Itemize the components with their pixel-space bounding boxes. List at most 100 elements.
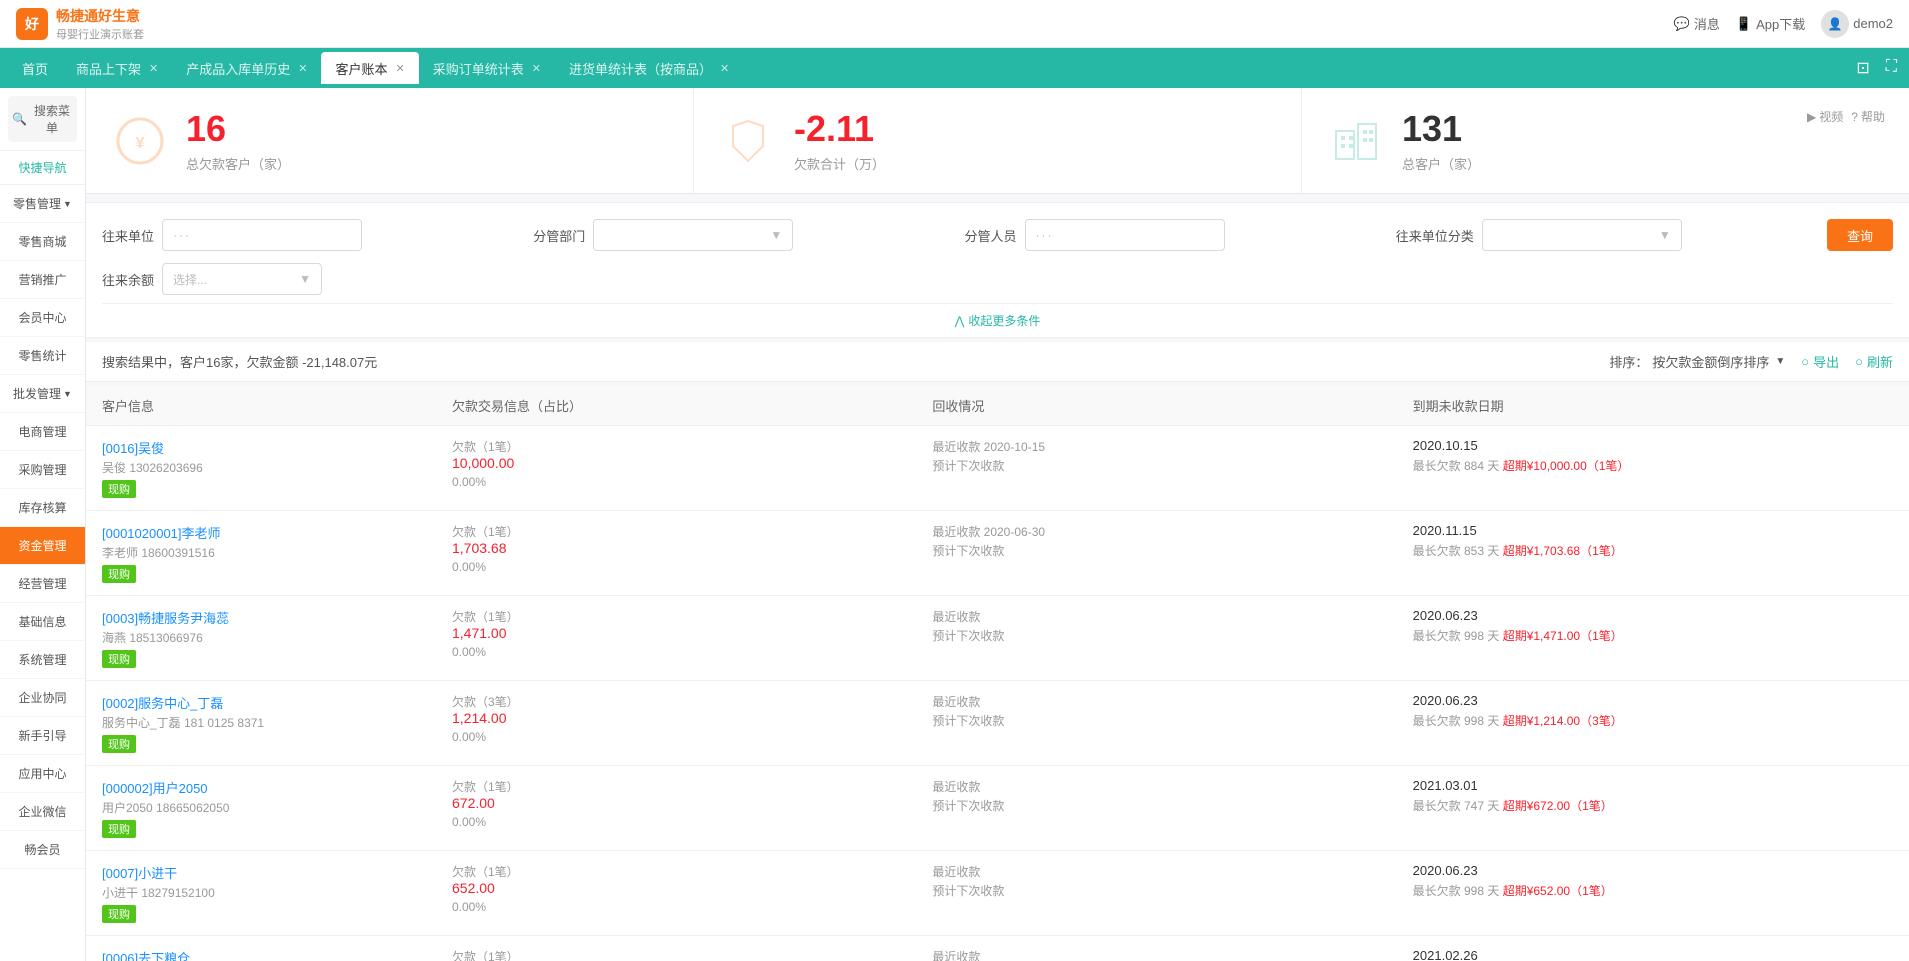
debt-amount[interactable]: 10,000.00	[452, 455, 932, 471]
overdue-link[interactable]: 超期¥1,703.68（1笔）	[1503, 544, 1623, 558]
user-avatar-btn[interactable]: 👤 demo2	[1821, 10, 1893, 38]
customer-name-link[interactable]: [0002]服务中心_丁磊	[102, 693, 452, 712]
customer-name-link[interactable]: [0001020001]李老师	[102, 523, 452, 542]
message-btn[interactable]: 💬 消息	[1674, 14, 1720, 33]
customer-tag: 现购	[102, 735, 136, 753]
help-label: 帮助	[1861, 108, 1885, 125]
sidebar-item-member[interactable]: 会员中心	[0, 299, 85, 337]
overdue-link[interactable]: 超期¥652.00（1笔）	[1503, 884, 1613, 898]
sidebar-item-member2[interactable]: 畅会员	[0, 831, 85, 869]
sidebar-item-inventory[interactable]: 库存核算	[0, 489, 85, 527]
sidebar-item-wechat[interactable]: 企业微信	[0, 793, 85, 831]
overdue-days: 最长欠款 884 天 超期¥10,000.00（1笔）	[1413, 457, 1893, 474]
sidebar-item-basic[interactable]: 基础信息	[0, 603, 85, 641]
sidebar-item-operation[interactable]: 经营管理	[0, 565, 85, 603]
customer-name-link[interactable]: [0007]小进干	[102, 863, 452, 882]
sidebar-item-purchase[interactable]: 采购管理	[0, 451, 85, 489]
quick-nav-item[interactable]: 快捷导航	[0, 151, 85, 185]
filter-unit-category: 往来单位分类 ▼	[1396, 219, 1811, 251]
sidebar-item-finance[interactable]: 资金管理	[0, 527, 85, 565]
export-btn[interactable]: ○ 导出	[1801, 352, 1839, 371]
stat-card-total-customers: 131 总客户（家） ▶ 视频 ? 帮助	[1302, 88, 1909, 193]
export-label: 导出	[1813, 352, 1839, 371]
recover-cell: 最近收款 2020-10-15 预计下次收款	[932, 438, 1412, 474]
tab-stock-stats-close[interactable]: ✕	[720, 62, 729, 75]
tab-purchase-order[interactable]: 采购订单统计表 ✕	[419, 52, 555, 84]
filter-balance-input[interactable]: 选择... ▼	[162, 263, 322, 295]
sidebar-item-marketing[interactable]: 营销推广	[0, 261, 85, 299]
debt-desc: 欠款（1笔）	[452, 948, 932, 961]
sidebar-item-retail-stats[interactable]: 零售统计	[0, 337, 85, 375]
customer-phone: 李老师 18600391516	[102, 544, 452, 561]
debt-amount[interactable]: 1,214.00	[452, 710, 932, 726]
refresh-btn[interactable]: ○ 刷新	[1855, 352, 1893, 371]
debt-amount[interactable]: 652.00	[452, 880, 932, 896]
tab-home[interactable]: 首页	[8, 52, 62, 84]
customer-phone: 小进干 18279152100	[102, 884, 452, 901]
duedate-cell: 2020.06.23 最长欠款 998 天 超期¥1,471.00（1笔）	[1413, 608, 1893, 644]
recover-cell: 最近收款 预计下次收款	[932, 863, 1412, 899]
debt-amount[interactable]: 1,471.00	[452, 625, 932, 641]
app-download-btn[interactable]: 📱 App下载	[1736, 14, 1805, 33]
filter-source-unit-input[interactable]: ···	[162, 219, 362, 251]
filter-person-input[interactable]: ···	[1025, 219, 1225, 251]
table-row: [000002]用户2050 用户2050 18665062050 现购 欠款（…	[86, 766, 1909, 851]
retail-mall-label: 零售商城	[4, 233, 81, 250]
latest-collect: 最近收款 2020-10-15	[932, 438, 1412, 455]
sidebar-item-batch-mgmt[interactable]: 批发管理 ▼	[0, 375, 85, 413]
filter-unit-category-input[interactable]: ▼	[1482, 219, 1682, 251]
debt-desc: 欠款（1笔）	[452, 608, 932, 625]
tab-purchase-order-close[interactable]: ✕	[532, 62, 541, 75]
retail-stats-label: 零售统计	[4, 347, 81, 364]
customer-name-link[interactable]: [0016]吴俊	[102, 438, 452, 457]
table-row: [0003]畅捷服务尹海蕊 海燕 18513066976 现购 欠款（1笔） 1…	[86, 596, 1909, 681]
sidebar-item-retail-mall[interactable]: 零售商城	[0, 223, 85, 261]
sidebar-item-system[interactable]: 系统管理	[0, 641, 85, 679]
table-row: [0006]去下粮仓 陈小希 现购 欠款（1笔） 455.90 0.00% 最近…	[86, 936, 1909, 961]
content-area: ¥ 16 总欠款客户（家） -2.11 欠款合计（万）	[86, 88, 1909, 961]
tab-expand-btn[interactable]: ⛶	[1882, 58, 1901, 78]
message-label: 消息	[1694, 14, 1720, 33]
sidebar-item-guide[interactable]: 新手引导	[0, 717, 85, 755]
tab-bar-actions: ⊡ ⛶	[1852, 58, 1901, 78]
sort-select[interactable]: 排序： 按欠款金额倒序排序 ▼	[1609, 352, 1785, 371]
top-bar: 好 畅捷通好生意 母婴行业演示账套 💬 消息 📱 App下载 👤 demo2	[0, 0, 1909, 48]
stat-icon-1: ¥	[110, 111, 170, 171]
tab-product-off-close[interactable]: ✕	[149, 62, 158, 75]
sidebar: 🔍 搜索菜单 快捷导航 零售管理 ▼ 零售商城 营销推广 会员中心	[0, 88, 86, 961]
tab-restore-btn[interactable]: ⊡	[1852, 58, 1873, 78]
tab-product-history-close[interactable]: ✕	[298, 62, 307, 75]
overdue-link[interactable]: 超期¥1,214.00（3笔）	[1503, 714, 1623, 728]
video-btn[interactable]: ▶ 视频	[1807, 108, 1843, 125]
collapse-btn[interactable]: ⋀ 收起更多条件	[102, 303, 1893, 337]
search-menu-btn[interactable]: 🔍 搜索菜单	[8, 96, 77, 142]
help-btn[interactable]: ? 帮助	[1851, 108, 1885, 125]
tab-stock-stats[interactable]: 进货单统计表（按商品） ✕	[555, 52, 743, 84]
filter-dept-label: 分管部门	[533, 226, 585, 245]
table-wrap: 客户信息 欠款交易信息（占比） 回收情况 到期未收款日期 [0016]吴俊 吴俊…	[86, 386, 1909, 961]
overdue-link[interactable]: 超期¥1,471.00（1笔）	[1503, 629, 1623, 643]
sidebar-item-retail-mgmt[interactable]: 零售管理 ▼	[0, 185, 85, 223]
customer-name-link[interactable]: [0006]去下粮仓	[102, 948, 452, 961]
sidebar-item-enterprise[interactable]: 企业协同	[0, 679, 85, 717]
search-btn[interactable]: 查询	[1827, 219, 1893, 251]
customer-tag: 现购	[102, 480, 136, 498]
avatar-icon: 👤	[1828, 17, 1843, 31]
tab-customer-account[interactable]: 客户账本 ✕	[321, 52, 418, 84]
sidebar-item-appcenter[interactable]: 应用中心	[0, 755, 85, 793]
debt-amount[interactable]: 672.00	[452, 795, 932, 811]
export-icon: ○	[1801, 354, 1809, 369]
overdue-days: 最长欠款 747 天 超期¥672.00（1笔）	[1413, 797, 1893, 814]
overdue-link[interactable]: 超期¥672.00（1笔）	[1503, 799, 1613, 813]
debt-amount[interactable]: 1,703.68	[452, 540, 932, 556]
duedate-cell: 2021.03.01 最长欠款 747 天 超期¥672.00（1笔）	[1413, 778, 1893, 814]
customer-info-cell: [0016]吴俊 吴俊 13026203696 现购	[102, 438, 452, 498]
filter-dept-input[interactable]: ▼	[593, 219, 793, 251]
customer-name-link[interactable]: [000002]用户2050	[102, 778, 452, 797]
tab-product-history[interactable]: 产成品入库单历史 ✕	[172, 52, 321, 84]
overdue-link[interactable]: 超期¥10,000.00（1笔）	[1503, 459, 1630, 473]
sidebar-item-ecommerce[interactable]: 电商管理	[0, 413, 85, 451]
tab-product-off[interactable]: 商品上下架 ✕	[62, 52, 172, 84]
customer-name-link[interactable]: [0003]畅捷服务尹海蕊	[102, 608, 452, 627]
tab-customer-account-close[interactable]: ✕	[396, 62, 405, 75]
